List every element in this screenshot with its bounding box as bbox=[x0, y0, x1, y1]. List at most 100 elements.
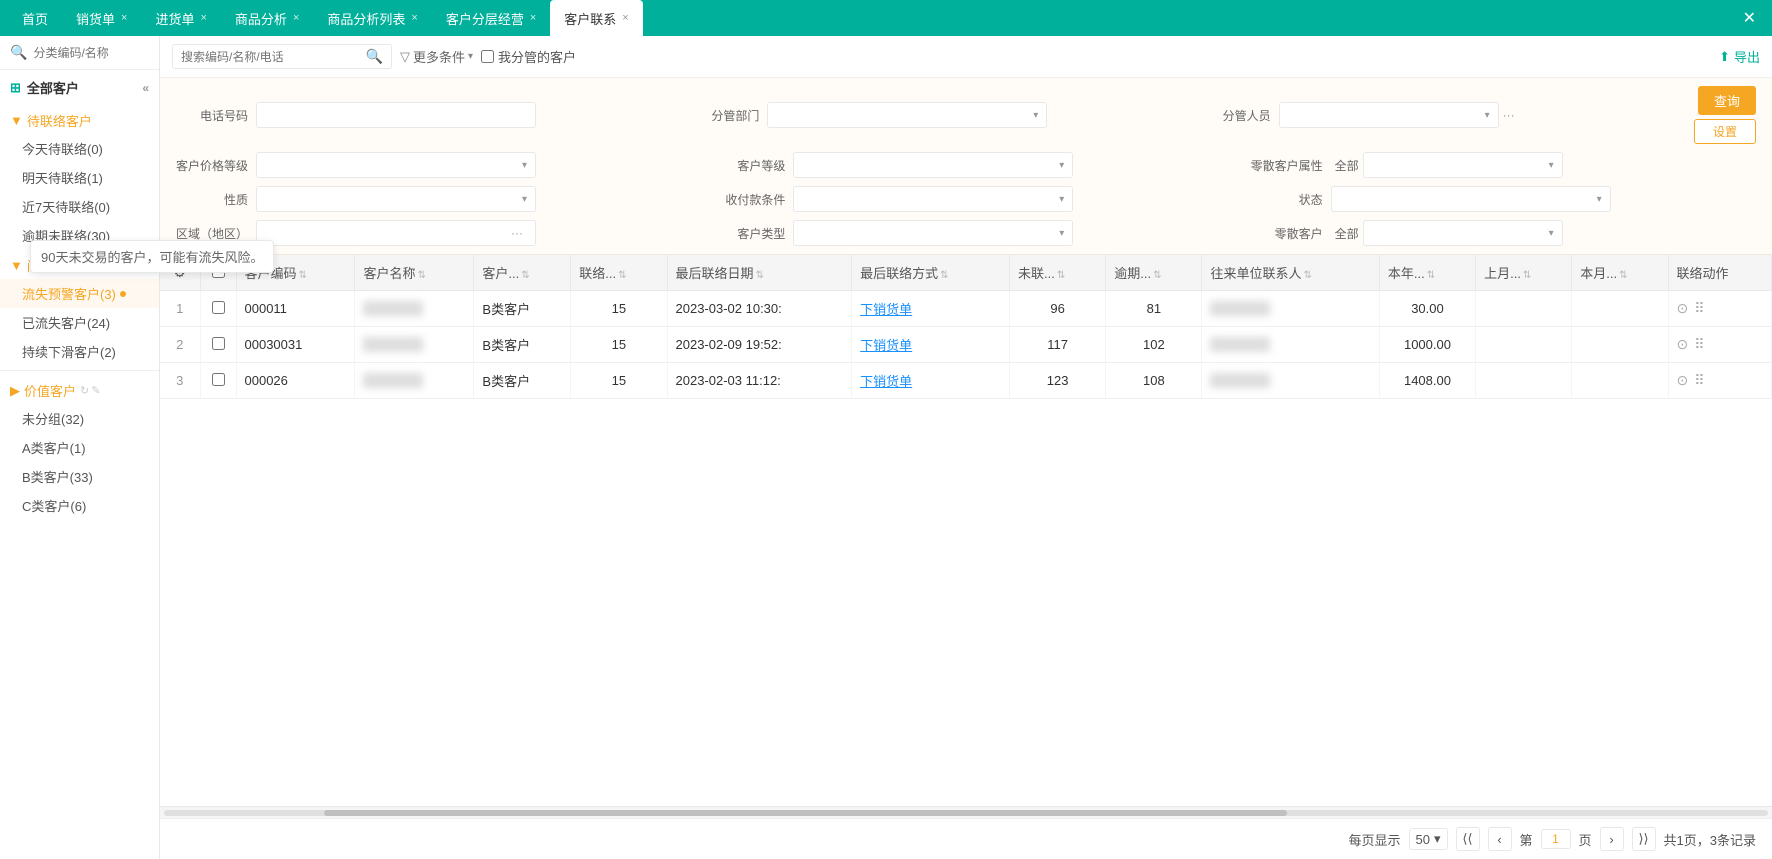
sidebar-item-classB[interactable]: B类客户(33) bbox=[0, 462, 159, 491]
scrollbar-thumb[interactable] bbox=[324, 810, 1286, 816]
sort-icon-unlisted[interactable]: ⇅ bbox=[1057, 270, 1065, 281]
page-input[interactable] bbox=[1541, 829, 1571, 849]
person-more-icon[interactable]: ··· bbox=[1499, 108, 1519, 122]
person-select[interactable]: ▾ bbox=[1279, 102, 1499, 128]
row-seq: 1 bbox=[160, 291, 200, 327]
window-close-button[interactable]: ✕ bbox=[1735, 8, 1764, 28]
tab-close-product-analysis[interactable]: × bbox=[293, 12, 299, 24]
gender-select[interactable]: ▾ bbox=[256, 186, 536, 212]
sidebar-item-declining[interactable]: 持续下滑客户(2) bbox=[0, 337, 159, 366]
region-select[interactable]: ··· bbox=[256, 220, 536, 246]
query-button[interactable]: 查询 bbox=[1698, 86, 1756, 115]
first-page-button[interactable]: ⟨⟨ bbox=[1456, 827, 1480, 851]
sidebar-item-classC[interactable]: C类客户(6) bbox=[0, 491, 159, 520]
col-contact: 联络...⇅ bbox=[571, 255, 667, 291]
row-last-method[interactable]: 下销货单 bbox=[852, 327, 1010, 363]
action-link-icon[interactable]: ⊙ bbox=[1677, 300, 1689, 317]
row-this-year: 1408.00 bbox=[1379, 363, 1475, 399]
row-seq: 3 bbox=[160, 363, 200, 399]
sort-icon-contact[interactable]: ⇅ bbox=[618, 270, 626, 281]
phone-input[interactable] bbox=[256, 102, 536, 128]
row-checkbox[interactable] bbox=[212, 373, 225, 386]
sidebar-all-customers[interactable]: ⊞ 全部客户 « bbox=[0, 70, 159, 105]
customer-type-select[interactable]: ▾ bbox=[793, 220, 1073, 246]
action-menu-icon[interactable]: ⠿ bbox=[1694, 300, 1704, 317]
action-menu-icon[interactable]: ⠿ bbox=[1694, 336, 1704, 353]
more-conditions-button[interactable]: ▽ 更多条件 ▾ bbox=[400, 47, 473, 66]
tab-home[interactable]: 首页 bbox=[8, 0, 62, 36]
sidebar-item-churn-warning[interactable]: 流失预警客户(3) bbox=[0, 279, 159, 308]
tab-product-list[interactable]: 商品分析列表 × bbox=[313, 0, 431, 36]
row-checkbox[interactable] bbox=[212, 301, 225, 314]
sidebar-item-7days[interactable]: 近7天待联络(0) bbox=[0, 192, 159, 221]
sidebar-collapse-icon[interactable]: « bbox=[142, 81, 149, 95]
prev-page-button[interactable]: ‹ bbox=[1488, 827, 1512, 851]
sidebar-group-value[interactable]: ▶ 价值客户 ↻ ✎ bbox=[0, 375, 159, 404]
grid-icon: ⊞ bbox=[10, 80, 21, 96]
setting-button[interactable]: 设置 bbox=[1694, 119, 1756, 144]
sidebar-item-tomorrow[interactable]: 明天待联络(1) bbox=[0, 163, 159, 192]
sidebar-item-churned[interactable]: 已流失客户(24) bbox=[0, 308, 159, 337]
price-level-select[interactable]: ▾ bbox=[256, 152, 536, 178]
action-link-icon[interactable]: ⊙ bbox=[1677, 336, 1689, 353]
sort-icon-date[interactable]: ⇅ bbox=[756, 270, 764, 281]
main-search-button[interactable]: 🔍 bbox=[366, 48, 383, 65]
row-checkbox-cell[interactable] bbox=[200, 291, 236, 327]
refresh-icon[interactable]: ↻ bbox=[80, 384, 89, 397]
sort-icon-code[interactable]: ⇅ bbox=[299, 270, 307, 281]
sort-icon-linkman[interactable]: ⇅ bbox=[1304, 270, 1312, 281]
row-overdue: 108 bbox=[1106, 363, 1202, 399]
sidebar-group-pending[interactable]: ▼ 待联络客户 bbox=[0, 105, 159, 134]
sort-icon-this-year[interactable]: ⇅ bbox=[1427, 270, 1435, 281]
region-more-icon[interactable]: ··· bbox=[507, 226, 527, 240]
sidebar-item-today[interactable]: 今天待联络(0) bbox=[0, 134, 159, 163]
status-select[interactable]: ▾ bbox=[1331, 186, 1611, 212]
zero-attr-select[interactable]: ▾ bbox=[1363, 152, 1563, 178]
page-size-select[interactable]: 50 ▾ bbox=[1409, 828, 1448, 850]
table-row: 3 000026 B类客户 15 2023-02-03 11:12: 下销货单 … bbox=[160, 363, 1772, 399]
sidebar-search-wrap: 🔍 bbox=[0, 36, 159, 70]
tab-close-sales[interactable]: × bbox=[121, 12, 127, 24]
sidebar-item-classA[interactable]: A类客户(1) bbox=[0, 433, 159, 462]
sort-icon-last-month[interactable]: ⇅ bbox=[1523, 270, 1531, 281]
tab-close-customer-contact[interactable]: × bbox=[622, 12, 628, 24]
my-customers-checkbox[interactable] bbox=[481, 50, 494, 63]
tab-customer-contact[interactable]: 客户联系 × bbox=[550, 0, 642, 36]
tab-product-analysis[interactable]: 商品分析 × bbox=[221, 0, 313, 36]
sort-icon-type[interactable]: ⇅ bbox=[521, 270, 529, 281]
tab-customer-segment[interactable]: 客户分层经营 × bbox=[432, 0, 550, 36]
row-last-method[interactable]: 下销货单 bbox=[852, 363, 1010, 399]
row-checkbox-cell[interactable] bbox=[200, 363, 236, 399]
dept-select[interactable]: ▾ bbox=[767, 102, 1047, 128]
tab-sales[interactable]: 销货单 × bbox=[62, 0, 141, 36]
row-checkbox[interactable] bbox=[212, 337, 225, 350]
action-menu-icon[interactable]: ⠿ bbox=[1694, 372, 1704, 389]
edit-icon[interactable]: ✎ bbox=[91, 384, 100, 397]
sidebar-search-input[interactable] bbox=[33, 46, 149, 60]
horizontal-scrollbar[interactable] bbox=[160, 806, 1772, 818]
filter-phone: 电话号码 bbox=[176, 102, 655, 128]
tab-close-product-list[interactable]: × bbox=[411, 12, 417, 24]
tab-purchase[interactable]: 进货单 × bbox=[141, 0, 220, 36]
export-button[interactable]: ⬆ 导出 bbox=[1719, 47, 1760, 66]
sort-icon-name[interactable]: ⇅ bbox=[417, 270, 425, 281]
sort-icon-this-month[interactable]: ⇅ bbox=[1619, 270, 1627, 281]
tab-close-purchase[interactable]: × bbox=[200, 12, 206, 24]
tab-close-customer-segment[interactable]: × bbox=[530, 12, 536, 24]
my-customers-filter[interactable]: 我分管的客户 bbox=[481, 47, 576, 66]
payment-select[interactable]: ▾ bbox=[793, 186, 1073, 212]
row-type: B类客户 bbox=[474, 291, 571, 327]
sort-icon-overdue[interactable]: ⇅ bbox=[1153, 270, 1161, 281]
zero-customer-select[interactable]: ▾ bbox=[1363, 220, 1563, 246]
col-last-month: 上月...⇅ bbox=[1476, 255, 1572, 291]
table-row: 2 00030031 B类客户 15 2023-02-09 19:52: 下销货… bbox=[160, 327, 1772, 363]
sort-icon-method[interactable]: ⇅ bbox=[940, 270, 948, 281]
next-page-button[interactable]: › bbox=[1600, 827, 1624, 851]
row-checkbox-cell[interactable] bbox=[200, 327, 236, 363]
last-page-button[interactable]: ⟩⟩ bbox=[1632, 827, 1656, 851]
main-search-input[interactable] bbox=[181, 50, 362, 64]
sidebar-item-ungroup[interactable]: 未分组(32) bbox=[0, 404, 159, 433]
customer-level-select[interactable]: ▾ bbox=[793, 152, 1073, 178]
action-link-icon[interactable]: ⊙ bbox=[1677, 372, 1689, 389]
row-last-method[interactable]: 下销货单 bbox=[852, 291, 1010, 327]
